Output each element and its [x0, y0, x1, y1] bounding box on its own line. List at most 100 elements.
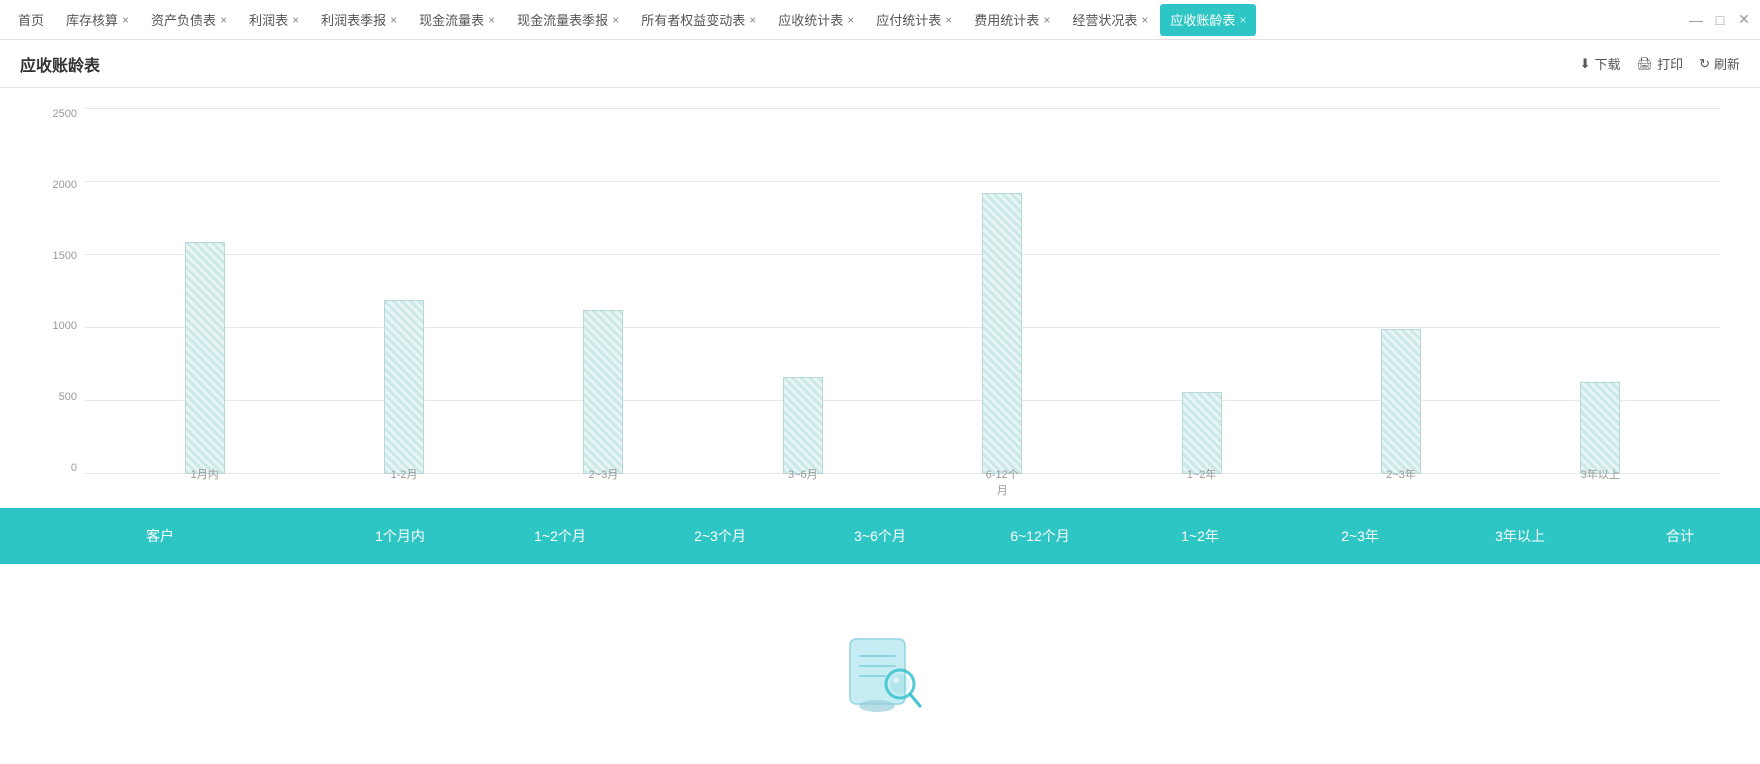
tab-item-0[interactable]: 首页 [8, 4, 54, 36]
y-axis-label: 1000 [53, 320, 77, 332]
chart-inner: 25002000150010005000 1月内1-2月2~3月3~6月6-12… [40, 108, 1720, 498]
tab-label-12: 应收账龄表 [1170, 10, 1235, 29]
tab-item-6[interactable]: 现金流量表季报 × [507, 4, 629, 36]
header-actions: ⬇ 下载 🖨 打印 ↻ 刷新 [1580, 54, 1740, 73]
bar-group-1 [384, 300, 424, 474]
tab-label-6: 现金流量表季报 [517, 10, 608, 29]
bar-2 [583, 310, 623, 474]
tab-close-11[interactable]: × [1141, 13, 1148, 27]
bar-6 [1381, 329, 1421, 474]
tab-item-7[interactable]: 所有者权益变动表 × [631, 4, 766, 36]
bar-3 [783, 377, 823, 474]
x-label-5: 1~2年 [1182, 466, 1222, 498]
print-button[interactable]: 🖨 打印 [1637, 54, 1684, 73]
tab-item-10[interactable]: 费用统计表 × [964, 4, 1060, 36]
tab-close-4[interactable]: × [390, 13, 397, 27]
bar-5 [1182, 392, 1222, 474]
bar-group-6 [1381, 329, 1421, 474]
tab-item-5[interactable]: 现金流量表 × [409, 4, 505, 36]
th-cell-7: 2~3年 [1280, 526, 1440, 546]
main-content: 25002000150010005000 1月内1-2月2~3月3~6月6-12… [0, 88, 1760, 764]
th-cell-4: 3~6个月 [800, 526, 960, 546]
th-cell-0: 客户 [0, 526, 320, 546]
th-cell-5: 6~12个月 [960, 526, 1120, 546]
tab-label-1: 库存核算 [66, 10, 118, 29]
print-label: 打印 [1657, 54, 1683, 73]
x-label-1: 1-2月 [384, 466, 424, 498]
x-labels: 1月内1-2月2~3月3~6月6-12个月1~2年2~3年3年以上 [85, 466, 1720, 498]
tab-close-5[interactable]: × [488, 13, 495, 27]
tab-close-9[interactable]: × [945, 13, 952, 27]
tab-close-1[interactable]: × [122, 13, 129, 27]
tab-close-12[interactable]: × [1239, 13, 1246, 27]
tab-item-11[interactable]: 经营状况表 × [1062, 4, 1158, 36]
bar-4 [982, 193, 1022, 474]
bar-1 [384, 300, 424, 474]
page-title: 应收账龄表 [20, 52, 100, 76]
download-label: 下载 [1595, 54, 1621, 73]
x-label-3: 3~6月 [783, 466, 823, 498]
download-icon: ⬇ [1580, 56, 1591, 72]
x-label-7: 3年以上 [1580, 466, 1620, 498]
bar-group-7 [1580, 382, 1620, 474]
refresh-button[interactable]: ↻ 刷新 [1699, 54, 1740, 73]
tab-label-8: 应收统计表 [778, 10, 843, 29]
y-axis-label: 0 [71, 462, 77, 474]
tab-label-0: 首页 [18, 10, 44, 29]
y-axis-label: 1500 [53, 250, 77, 262]
maximize-button[interactable]: □ [1712, 12, 1728, 28]
table-header: 客户1个月内1~2个月2~3个月3~6个月6~12个月1~2年2~3年3年以上合… [0, 508, 1760, 564]
chart-plot: 1月内1-2月2~3月3~6月6-12个月1~2年2~3年3年以上 [85, 108, 1720, 498]
x-label-6: 2~3年 [1381, 466, 1421, 498]
bar-group-3 [783, 377, 823, 474]
tab-label-7: 所有者权益变动表 [641, 10, 745, 29]
page-header: 应收账龄表 ⬇ 下载 🖨 打印 ↻ 刷新 [0, 40, 1760, 88]
bar-group-0 [185, 242, 225, 474]
window-controls: — □ ✕ [1688, 12, 1752, 28]
refresh-label: 刷新 [1714, 54, 1740, 73]
bar-group-2 [583, 310, 623, 474]
tab-close-7[interactable]: × [749, 13, 756, 27]
tab-label-5: 现金流量表 [419, 10, 484, 29]
bar-0 [185, 242, 225, 474]
tab-item-3[interactable]: 利润表 × [239, 4, 309, 36]
x-label-2: 2~3月 [583, 466, 623, 498]
empty-icon [830, 624, 930, 724]
tab-label-11: 经营状况表 [1072, 10, 1137, 29]
y-axis-label: 500 [59, 391, 77, 403]
y-axis: 25002000150010005000 [40, 108, 85, 498]
tab-label-9: 应付统计表 [876, 10, 941, 29]
bars-row [85, 108, 1720, 474]
tab-label-10: 费用统计表 [974, 10, 1039, 29]
download-button[interactable]: ⬇ 下载 [1580, 54, 1621, 73]
print-icon: 🖨 [1637, 56, 1654, 72]
tab-item-12[interactable]: 应收账龄表 × [1160, 4, 1256, 36]
th-cell-3: 2~3个月 [640, 526, 800, 546]
tab-label-3: 利润表 [249, 10, 288, 29]
tab-bar: 首页库存核算×资产负债表×利润表×利润表季报×现金流量表×现金流量表季报×所有者… [0, 0, 1760, 40]
tab-close-10[interactable]: × [1043, 13, 1050, 27]
th-cell-1: 1个月内 [320, 526, 480, 546]
th-cell-6: 1~2年 [1120, 526, 1280, 546]
tab-label-2: 资产负债表 [151, 10, 216, 29]
tab-item-2[interactable]: 资产负债表 × [141, 4, 237, 36]
tab-item-9[interactable]: 应付统计表 × [866, 4, 962, 36]
tab-close-6[interactable]: × [612, 13, 619, 27]
refresh-icon: ↻ [1699, 56, 1710, 72]
tab-label-4: 利润表季报 [321, 10, 386, 29]
tab-close-8[interactable]: × [847, 13, 854, 27]
tab-item-8[interactable]: 应收统计表 × [768, 4, 864, 36]
y-axis-label: 2000 [53, 179, 77, 191]
minimize-button[interactable]: — [1688, 12, 1704, 28]
th-cell-2: 1~2个月 [480, 526, 640, 546]
empty-state [0, 564, 1760, 764]
bar-group-4 [982, 193, 1022, 474]
close-button[interactable]: ✕ [1736, 12, 1752, 28]
tab-item-4[interactable]: 利润表季报 × [311, 4, 407, 36]
chart-area: 25002000150010005000 1月内1-2月2~3月3~6月6-12… [0, 88, 1760, 508]
tab-close-3[interactable]: × [292, 13, 299, 27]
th-cell-8: 3年以上 [1440, 526, 1600, 546]
chart-container: 25002000150010005000 1月内1-2月2~3月3~6月6-12… [40, 108, 1720, 498]
tab-close-2[interactable]: × [220, 13, 227, 27]
tab-item-1[interactable]: 库存核算 × [56, 4, 139, 36]
